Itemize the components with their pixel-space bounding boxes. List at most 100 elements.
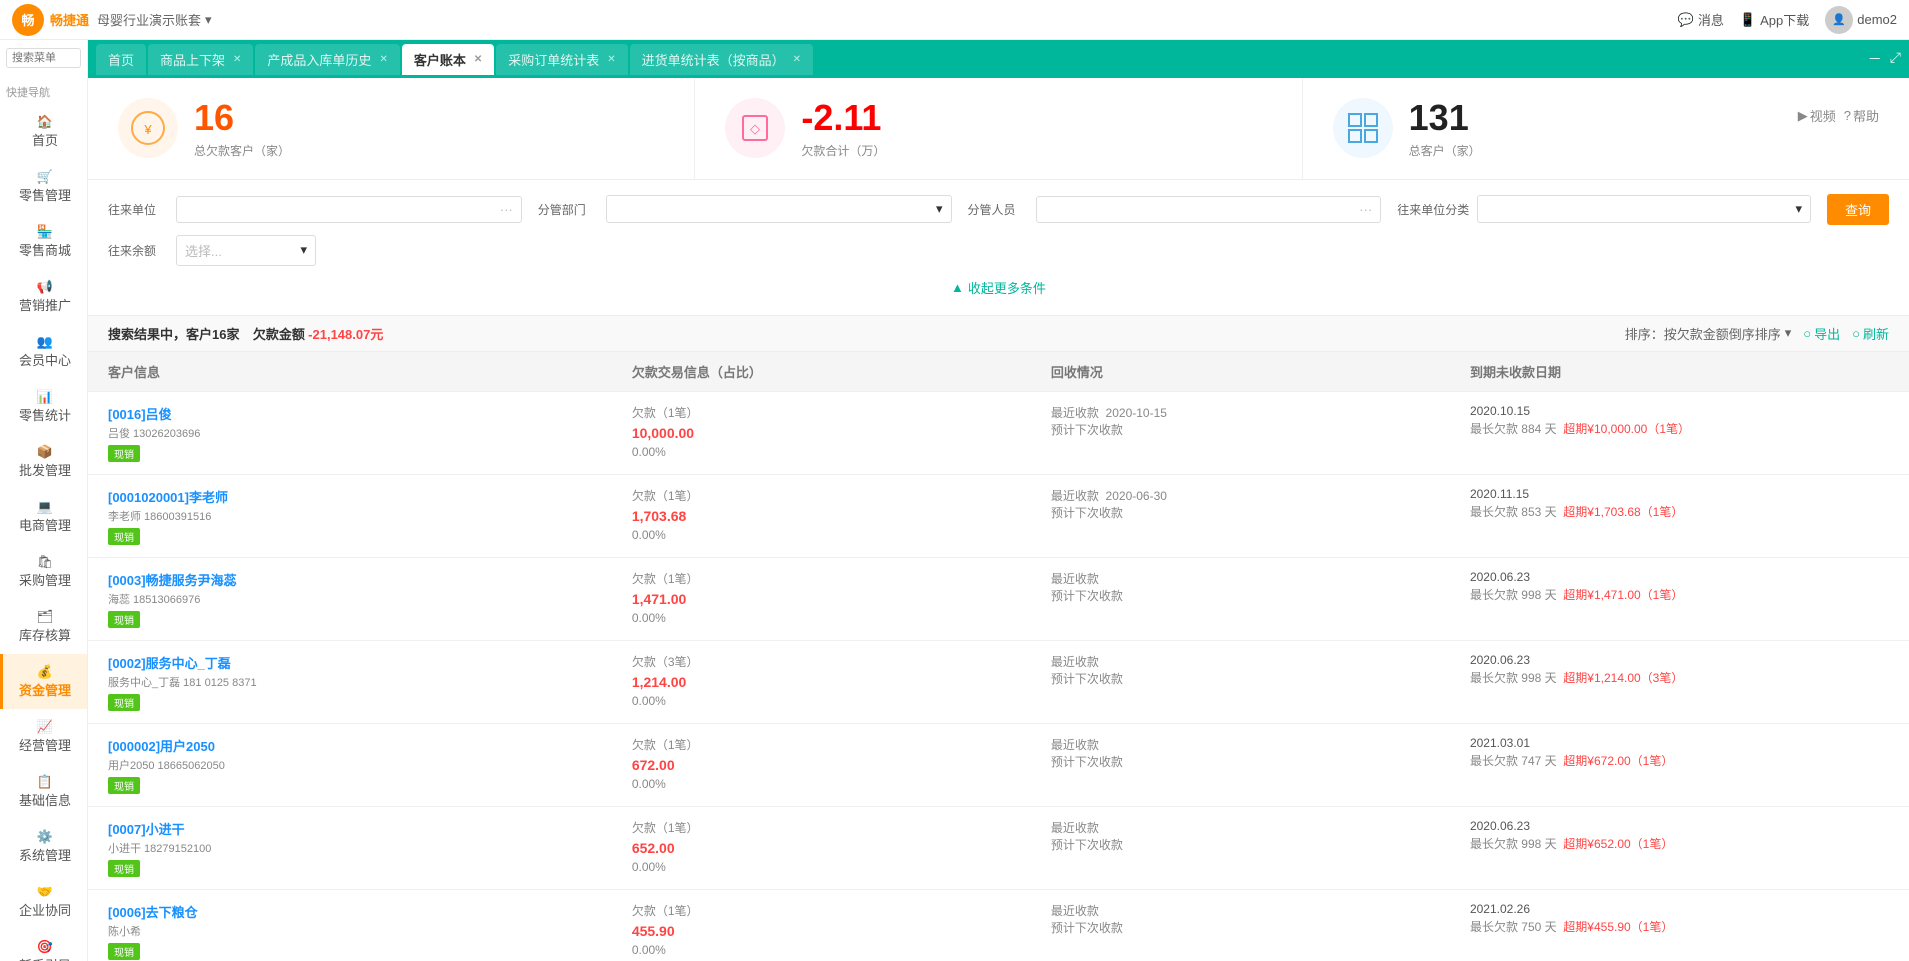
export-button[interactable]: ○ 导出 (1803, 324, 1840, 343)
debt-percent: 0.00% (632, 943, 1051, 957)
sidebar-item-marketing[interactable]: 📢营销推广 (0, 269, 87, 324)
sidebar-item-finance[interactable]: 💰资金管理 (0, 654, 87, 709)
quick-nav-label: 快捷导航 (0, 76, 87, 104)
sidebar-item-members[interactable]: 👥会员中心 (0, 324, 87, 379)
tab-expand-btn[interactable]: ⤢ (1890, 49, 1901, 69)
customer-name-link[interactable]: [0007]小进干 (108, 819, 632, 838)
debtors-icon: ¥ (118, 98, 178, 158)
stat-card-total-debt: ◇ -2.11 欠款合计（万） (695, 78, 1302, 179)
sidebar-item-purchase[interactable]: 🛍采购管理 (0, 544, 87, 599)
customer-name-link[interactable]: [0006]去下粮仓 (108, 902, 632, 921)
customer-tag: 现销 (108, 611, 140, 628)
overdue-text[interactable]: 超期¥672.00（1笔） (1563, 754, 1673, 768)
refresh-icon: ○ (1852, 326, 1860, 341)
customer-phone: 海蕊 18513066976 (108, 591, 632, 607)
tab-close-finished[interactable]: ✕ (379, 54, 387, 65)
tab-purchase-stats[interactable]: 采购订单统计表 ✕ (496, 44, 627, 75)
overdue-days: 最长欠款 853 天 超期¥1,703.68（1笔） (1470, 503, 1889, 520)
tab-customer-ledger[interactable]: 客户账本 ✕ (402, 44, 494, 75)
tab-goods-stats[interactable]: 进货单统计表（按商品） ✕ (630, 44, 813, 75)
recovery-label: 最近收款 (1051, 819, 1470, 836)
debtors-info: 16 总欠款客户（家） (194, 98, 290, 159)
debt-percent: 0.00% (632, 445, 1051, 459)
store-select[interactable]: 母婴行业演示账套 ▾ (97, 10, 212, 29)
operations-icon: 📈 (7, 719, 83, 735)
sidebar-item-wholesale[interactable]: 📦批发管理 (0, 434, 87, 489)
overdue-text[interactable]: 超期¥1,703.68（1笔） (1563, 505, 1683, 519)
system-icon: ⚙️ (7, 829, 83, 845)
debt-cell: 欠款（1笔） 672.00 0.00% (632, 736, 1051, 794)
overdue-text[interactable]: 超期¥652.00（1笔） (1563, 837, 1673, 851)
chevron-sort-icon: ▾ (1785, 325, 1792, 341)
sidebar-item-homepage[interactable]: 🏠首页 (0, 104, 87, 159)
sidebar-item-operations[interactable]: 📈经营管理 (0, 709, 87, 764)
top-bar-left: 畅 畅捷通 母婴行业演示账套 ▾ (12, 4, 212, 36)
tab-minimize-btn[interactable]: － (1868, 49, 1882, 69)
col-debt-info: 欠款交易信息（占比） (632, 362, 1051, 381)
person-input[interactable]: ··· (1036, 196, 1382, 223)
source-unit-input[interactable]: ··· (176, 196, 522, 223)
overdue-text[interactable]: 超期¥455.90（1笔） (1563, 920, 1673, 934)
customer-tag: 现销 (108, 528, 140, 545)
customer-cell: [0003]畅捷服务尹海蕊 海蕊 18513066976 现销 (108, 570, 632, 628)
table-row: [0001020001]李老师 李老师 18600391516 现销 欠款（1笔… (88, 475, 1909, 558)
debt-label: 欠款（1笔） (632, 902, 1051, 919)
tab-close-ledger[interactable]: ✕ (474, 54, 482, 65)
sidebar-item-guide[interactable]: 🎯新手引导 (0, 929, 87, 961)
tab-close-purchase[interactable]: ✕ (607, 54, 615, 65)
overdue-text[interactable]: 超期¥10,000.00（1笔） (1563, 422, 1690, 436)
customer-name-link[interactable]: [0003]畅捷服务尹海蕊 (108, 570, 632, 589)
debt-label: 欠款（1笔） (632, 404, 1051, 421)
help-icon: ? (1844, 108, 1851, 123)
customer-name-link[interactable]: [0001020001]李老师 (108, 487, 632, 506)
sidebar-item-retail-mgmt[interactable]: 🛒零售管理 (0, 159, 87, 214)
sidebar-item-retail-stats[interactable]: 📊零售统计 (0, 379, 87, 434)
sidebar-item-collab[interactable]: 🤝企业协同 (0, 874, 87, 929)
results-info: 搜索结果中，客户16家 欠款金额 -21,148.07元 (108, 324, 383, 343)
sidebar-item-inventory[interactable]: 🗂库存核算 (0, 599, 87, 654)
debt-percent: 0.00% (632, 528, 1051, 542)
view-video-btn[interactable]: ▶ 视频 (1798, 106, 1836, 125)
due-date: 2021.02.26 (1470, 902, 1889, 916)
table-row: [0006]去下粮仓 陈小希 现销 欠款（1笔） 455.90 0.00% 最近… (88, 890, 1909, 961)
debt-amount: 652.00 (632, 840, 1051, 856)
tab-finished-goods[interactable]: 产成品入库单历史 ✕ (255, 44, 399, 75)
overdue-text[interactable]: 超期¥1,471.00（1笔） (1563, 588, 1683, 602)
help-btn[interactable]: ? 帮助 (1844, 106, 1879, 125)
sort-select[interactable]: 排序：按欠款金额倒序排序 ▾ (1625, 324, 1792, 343)
message-button[interactable]: 💬 消息 (1678, 10, 1724, 29)
sidebar-item-system[interactable]: ⚙️系统管理 (0, 819, 87, 874)
sidebar-item-retail-mall[interactable]: 🏪零售商城 (0, 214, 87, 269)
tab-product-listing[interactable]: 商品上下架 ✕ (148, 44, 253, 75)
collapse-button[interactable]: ▲ 收起更多条件 (108, 274, 1889, 301)
due-date-cell: 2021.02.26 最长欠款 750 天 超期¥455.90（1笔） (1470, 902, 1889, 960)
tab-close-goods[interactable]: ✕ (793, 54, 801, 65)
chevron-balance-icon: ▾ (300, 242, 307, 258)
department-select[interactable]: ▾ (606, 195, 952, 223)
total-debt-label: 欠款合计（万） (801, 142, 885, 159)
recovery-cell: 最近收款 预计下次收款 (1051, 653, 1470, 711)
customer-cell: [0001020001]李老师 李老师 18600391516 现销 (108, 487, 632, 545)
user-avatar[interactable]: 👤 demo2 (1825, 6, 1897, 34)
tab-homepage[interactable]: 首页 (96, 44, 146, 75)
unit-class-select[interactable]: ▾ (1477, 195, 1811, 223)
search-button[interactable]: 查询 (1827, 194, 1889, 225)
customer-name-link[interactable]: [0002]服务中心_丁磊 (108, 653, 632, 672)
sidebar-item-basic-info[interactable]: 📋基础信息 (0, 764, 87, 819)
sidebar-item-ecommerce[interactable]: 💻电商管理 (0, 489, 87, 544)
app-download-button[interactable]: 📱 App下载 (1740, 10, 1809, 29)
balance-filter: 往来余额 选择... ▾ (108, 235, 1889, 266)
table-rows: [0016]吕俊 吕俊 13026203696 现销 欠款（1笔） 10,000… (88, 392, 1909, 961)
tab-close-product[interactable]: ✕ (233, 54, 241, 65)
overdue-text[interactable]: 超期¥1,214.00（3笔） (1563, 671, 1683, 685)
customer-phone: 陈小希 (108, 923, 632, 939)
due-date-cell: 2020.10.15 最长欠款 884 天 超期¥10,000.00（1笔） (1470, 404, 1889, 462)
customer-name-link[interactable]: [000002]用户2050 (108, 736, 632, 755)
debt-amount: 455.90 (632, 923, 1051, 939)
balance-select[interactable]: 选择... ▾ (176, 235, 316, 266)
customer-tag: 现销 (108, 445, 140, 462)
search-input[interactable] (6, 48, 81, 68)
refresh-button[interactable]: ○ 刷新 (1852, 324, 1889, 343)
customer-name-link[interactable]: [0016]吕俊 (108, 404, 632, 423)
debt-amount: 672.00 (632, 757, 1051, 773)
